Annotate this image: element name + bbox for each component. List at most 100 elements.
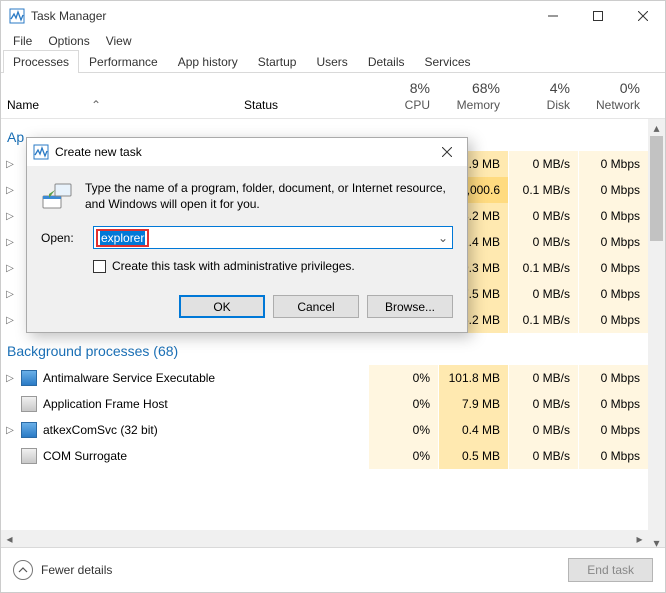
cell-memory: 101.8 MB: [438, 365, 508, 391]
process-name: Antimalware Service Executable: [43, 371, 215, 385]
cell-network: 0 Mbps: [578, 229, 648, 255]
chevron-right-icon: ▷: [5, 185, 15, 196]
chevron-right-icon: ▷: [5, 373, 15, 384]
create-task-dialog: Create new task Type the name of a progr…: [26, 137, 468, 333]
col-cpu[interactable]: 8%CPU: [368, 80, 438, 118]
cell-memory: 7.9 MB: [438, 391, 508, 417]
cell-disk: 0 MB/s: [508, 443, 578, 469]
chevron-right-icon: ▷: [5, 315, 15, 326]
end-task-button[interactable]: End task: [568, 558, 653, 582]
section-background: Background processes (68): [1, 333, 648, 365]
menu-options[interactable]: Options: [40, 32, 97, 50]
fewer-details-label: Fewer details: [41, 563, 112, 577]
col-disk[interactable]: 4%Disk: [508, 80, 578, 118]
window-title: Task Manager: [31, 9, 530, 23]
cell-network: 0 Mbps: [578, 365, 648, 391]
cell-network: 0 Mbps: [578, 255, 648, 281]
menu-view[interactable]: View: [98, 32, 140, 50]
titlebar: Task Manager: [1, 1, 665, 31]
table-row[interactable]: ▷COM Surrogate0%0.5 MB0 MB/s0 Mbps: [1, 443, 648, 469]
process-name: atkexComSvc (32 bit): [43, 423, 158, 437]
maximize-button[interactable]: [575, 1, 620, 31]
open-combobox[interactable]: explorer ⌄: [93, 226, 453, 249]
table-row[interactable]: ▷atkexComSvc (32 bit)0%0.4 MB0 MB/s0 Mbp…: [1, 417, 648, 443]
tab-services[interactable]: Services: [415, 50, 481, 73]
dialog-titlebar: Create new task: [27, 138, 467, 166]
dialog-title: Create new task: [55, 145, 427, 159]
close-button[interactable]: [620, 1, 665, 31]
cell-network: 0 Mbps: [578, 203, 648, 229]
process-icon: [21, 370, 37, 386]
cell-disk: 0 MB/s: [508, 203, 578, 229]
minimize-button[interactable]: [530, 1, 575, 31]
cell-disk: 0.1 MB/s: [508, 177, 578, 203]
fewer-details-button[interactable]: Fewer details: [13, 560, 112, 580]
dialog-prompt: Type the name of a program, folder, docu…: [85, 180, 453, 212]
process-icon: [21, 422, 37, 438]
col-name[interactable]: ⌃ Name: [1, 98, 238, 118]
scroll-left-icon[interactable]: ◂: [1, 530, 18, 547]
tab-processes[interactable]: Processes: [3, 50, 79, 73]
cell-disk: 0 MB/s: [508, 417, 578, 443]
process-icon: [21, 448, 37, 464]
cell-cpu: 0%: [368, 417, 438, 443]
open-label: Open:: [41, 231, 85, 245]
chevron-right-icon: ▷: [5, 289, 15, 300]
col-name-label: Name: [7, 98, 39, 112]
column-headers: ⌃ Name Status 8%CPU 68%Memory 4%Disk 0%N…: [1, 73, 665, 119]
menu-file[interactable]: File: [5, 32, 40, 50]
admin-label: Create this task with administrative pri…: [112, 259, 355, 273]
tab-users[interactable]: Users: [306, 50, 357, 73]
chevron-right-icon: ▷: [5, 425, 15, 436]
tab-details[interactable]: Details: [358, 50, 415, 73]
run-icon: [41, 180, 73, 212]
cell-disk: 0 MB/s: [508, 229, 578, 255]
footer: Fewer details End task: [1, 547, 665, 592]
cell-disk: 0 MB/s: [508, 151, 578, 177]
cell-disk: 0.1 MB/s: [508, 255, 578, 281]
tab-performance[interactable]: Performance: [79, 50, 168, 73]
cell-network: 0 Mbps: [578, 307, 648, 333]
col-status[interactable]: Status: [238, 98, 368, 118]
tabs: Processes Performance App history Startu…: [1, 50, 665, 73]
chevron-down-icon[interactable]: ⌄: [438, 231, 448, 245]
task-manager-icon: [33, 144, 49, 160]
scroll-thumb[interactable]: [650, 136, 663, 241]
process-icon: [21, 396, 37, 412]
cell-network: 0 Mbps: [578, 177, 648, 203]
tab-startup[interactable]: Startup: [248, 50, 307, 73]
horizontal-scrollbar[interactable]: ◂ ▸: [1, 530, 648, 547]
cell-memory: 0.5 MB: [438, 443, 508, 469]
vertical-scrollbar[interactable]: ▴ ▾: [648, 119, 665, 551]
chevron-right-icon: ▷: [5, 159, 15, 170]
menubar: File Options View: [1, 31, 665, 50]
cell-memory: 0.4 MB: [438, 417, 508, 443]
chevron-right-icon: ▷: [5, 237, 15, 248]
dialog-close-button[interactable]: [427, 138, 467, 166]
sort-indicator-icon: ⌃: [91, 98, 101, 112]
browse-button[interactable]: Browse...: [367, 295, 453, 318]
scroll-right-icon[interactable]: ▸: [631, 530, 648, 547]
col-network[interactable]: 0%Network: [578, 80, 648, 118]
cell-network: 0 Mbps: [578, 151, 648, 177]
scroll-up-icon[interactable]: ▴: [648, 119, 665, 136]
admin-checkbox[interactable]: [93, 260, 106, 273]
process-name: COM Surrogate: [43, 449, 127, 463]
table-row[interactable]: ▷Application Frame Host0%7.9 MB0 MB/s0 M…: [1, 391, 648, 417]
chevron-right-icon: ▷: [5, 211, 15, 222]
chevron-right-icon: ▷: [5, 263, 15, 274]
tab-app-history[interactable]: App history: [168, 50, 248, 73]
cell-network: 0 Mbps: [578, 391, 648, 417]
cell-cpu: 0%: [368, 443, 438, 469]
task-manager-icon: [9, 8, 25, 24]
col-status-label: Status: [244, 98, 278, 112]
table-row[interactable]: ▷Antimalware Service Executable0%101.8 M…: [1, 365, 648, 391]
cell-disk: 0 MB/s: [508, 365, 578, 391]
ok-button[interactable]: OK: [179, 295, 265, 318]
open-value: explorer: [100, 231, 145, 245]
cell-disk: 0 MB/s: [508, 281, 578, 307]
cell-disk: 0 MB/s: [508, 391, 578, 417]
cancel-button[interactable]: Cancel: [273, 295, 359, 318]
process-name: Application Frame Host: [43, 397, 168, 411]
col-memory[interactable]: 68%Memory: [438, 80, 508, 118]
